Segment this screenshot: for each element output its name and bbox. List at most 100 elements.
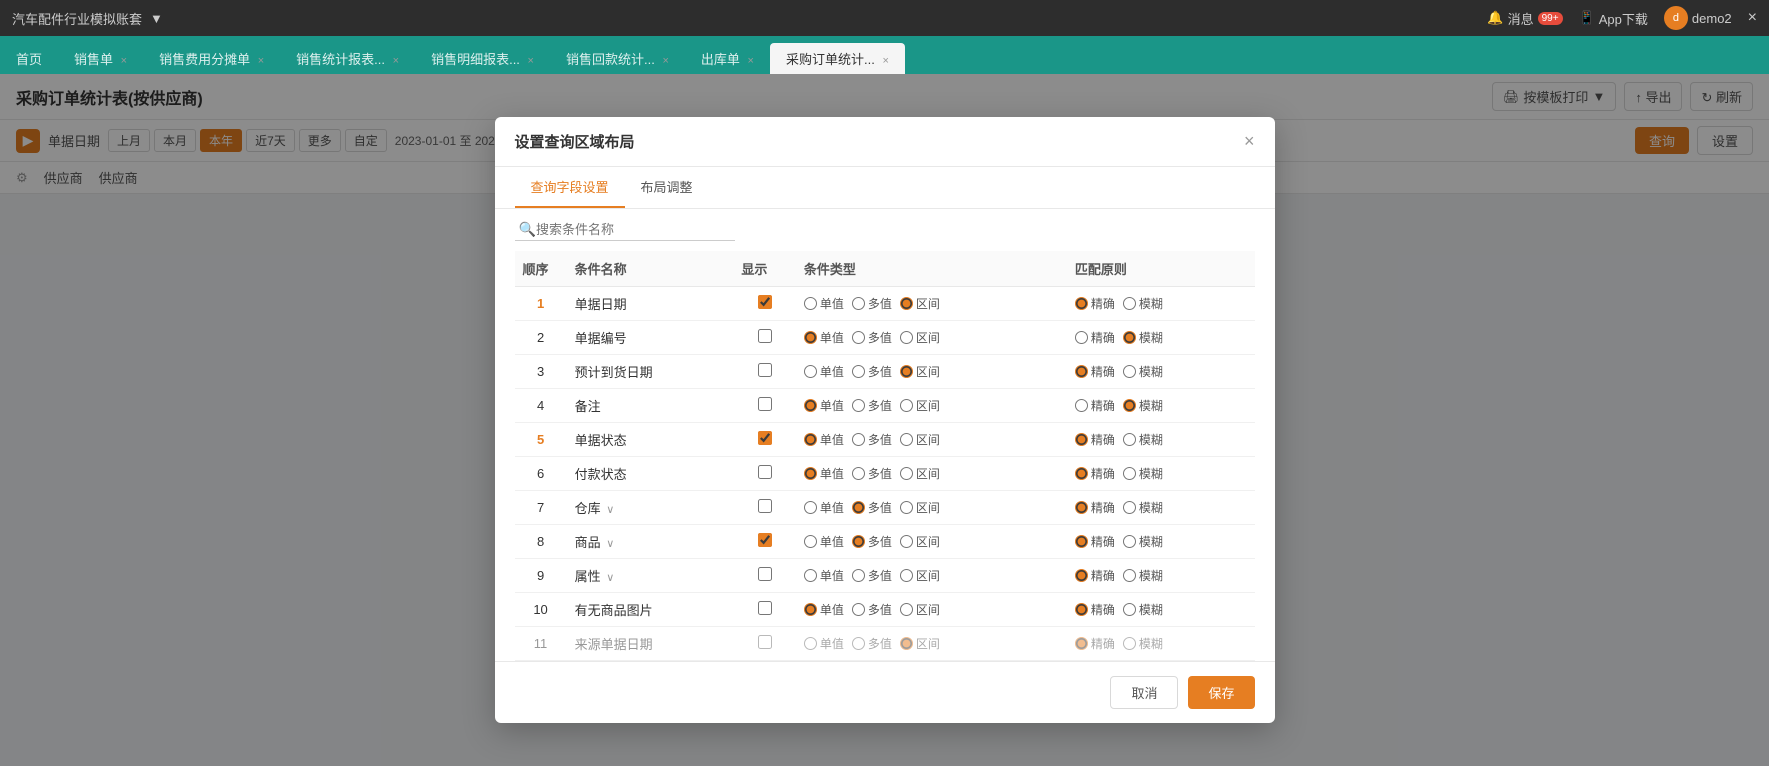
dialog-tab-fields[interactable]: 查询字段设置 bbox=[515, 167, 625, 208]
tab-close-icon[interactable]: × bbox=[258, 55, 264, 67]
match-fuzzy-radio[interactable]: 模糊 bbox=[1123, 431, 1163, 448]
show-checkbox[interactable] bbox=[758, 499, 772, 513]
match-exact-radio[interactable]: 精确 bbox=[1075, 295, 1115, 312]
show-checkbox[interactable] bbox=[758, 329, 772, 343]
show-checkbox[interactable] bbox=[758, 431, 772, 445]
notif-badge: 99+ bbox=[1538, 12, 1563, 25]
tab-sales-fee[interactable]: 销售费用分摊单 × bbox=[143, 43, 280, 74]
show-checkbox[interactable] bbox=[758, 601, 772, 615]
type-single-radio[interactable]: 单值 bbox=[804, 431, 844, 448]
row-seq: 2 bbox=[537, 330, 544, 345]
type-range-radio[interactable]: 区间 bbox=[900, 635, 940, 652]
type-multi-radio[interactable]: 多值 bbox=[852, 397, 892, 414]
type-single-radio[interactable]: 单值 bbox=[804, 533, 844, 550]
type-multi-radio[interactable]: 多值 bbox=[852, 533, 892, 550]
table-row: 8 商品 ∨ 单值 多值 区间 bbox=[515, 525, 1255, 559]
type-multi-radio[interactable]: 多值 bbox=[852, 295, 892, 312]
row-seq: 11 bbox=[534, 636, 548, 651]
dialog-close-button[interactable]: × bbox=[1244, 131, 1255, 152]
tab-sales-detail[interactable]: 销售明细报表... × bbox=[415, 43, 550, 74]
match-exact-radio[interactable]: 精确 bbox=[1075, 431, 1115, 448]
match-exact-radio[interactable]: 精确 bbox=[1075, 533, 1115, 550]
type-range-radio[interactable]: 区间 bbox=[900, 499, 940, 516]
type-multi-radio[interactable]: 多值 bbox=[852, 499, 892, 516]
show-checkbox[interactable] bbox=[758, 295, 772, 309]
type-single-radio[interactable]: 单值 bbox=[804, 329, 844, 346]
type-single-radio[interactable]: 单值 bbox=[804, 363, 844, 380]
row-name: 单据编号 bbox=[575, 331, 627, 346]
type-multi-radio[interactable]: 多值 bbox=[852, 567, 892, 584]
type-single-radio[interactable]: 单值 bbox=[804, 397, 844, 414]
match-fuzzy-radio[interactable]: 模糊 bbox=[1123, 465, 1163, 482]
type-multi-radio[interactable]: 多值 bbox=[852, 635, 892, 652]
tab-outbound[interactable]: 出库单 × bbox=[685, 43, 770, 74]
match-fuzzy-radio[interactable]: 模糊 bbox=[1123, 567, 1163, 584]
table-row: 7 仓库 ∨ 单值 多值 区间 bbox=[515, 491, 1255, 525]
type-range-radio[interactable]: 区间 bbox=[900, 567, 940, 584]
app-download-button[interactable]: 📱 App下载 bbox=[1579, 9, 1648, 28]
type-single-radio[interactable]: 单值 bbox=[804, 465, 844, 482]
type-multi-radio[interactable]: 多值 bbox=[852, 465, 892, 482]
match-fuzzy-radio[interactable]: 模糊 bbox=[1123, 329, 1163, 346]
dialog-tab-layout[interactable]: 布局调整 bbox=[625, 167, 709, 208]
match-exact-radio[interactable]: 精确 bbox=[1075, 601, 1115, 618]
match-fuzzy-radio[interactable]: 模糊 bbox=[1123, 533, 1163, 550]
type-multi-radio[interactable]: 多值 bbox=[852, 329, 892, 346]
type-multi-radio[interactable]: 多值 bbox=[852, 431, 892, 448]
type-single-radio[interactable]: 单值 bbox=[804, 295, 844, 312]
match-exact-radio[interactable]: 精确 bbox=[1075, 465, 1115, 482]
type-multi-radio[interactable]: 多值 bbox=[852, 601, 892, 618]
match-fuzzy-radio[interactable]: 模糊 bbox=[1123, 499, 1163, 516]
tab-purchase-stat[interactable]: 采购订单统计... × bbox=[770, 43, 905, 74]
match-fuzzy-radio[interactable]: 模糊 bbox=[1123, 363, 1163, 380]
tab-sales-receipt[interactable]: 销售回款统计... × bbox=[550, 43, 685, 74]
match-exact-radio[interactable]: 精确 bbox=[1075, 567, 1115, 584]
type-single-radio[interactable]: 单值 bbox=[804, 499, 844, 516]
tab-close-icon[interactable]: × bbox=[393, 55, 399, 67]
row-name: 付款状态 bbox=[575, 467, 627, 482]
tab-close-icon[interactable]: × bbox=[748, 55, 754, 67]
type-range-radio[interactable]: 区间 bbox=[900, 363, 940, 380]
match-exact-radio[interactable]: 精确 bbox=[1075, 635, 1115, 652]
type-single-radio[interactable]: 单值 bbox=[804, 635, 844, 652]
tab-sales-stat[interactable]: 销售统计报表... × bbox=[280, 43, 415, 74]
type-single-radio[interactable]: 单值 bbox=[804, 601, 844, 618]
search-input[interactable] bbox=[536, 222, 716, 237]
type-range-radio[interactable]: 区间 bbox=[900, 431, 940, 448]
match-exact-radio[interactable]: 精确 bbox=[1075, 397, 1115, 414]
tab-close-icon[interactable]: × bbox=[662, 55, 668, 67]
notification-button[interactable]: 🔔 消息 99+ bbox=[1487, 9, 1562, 28]
show-checkbox[interactable] bbox=[758, 397, 772, 411]
type-range-radio[interactable]: 区间 bbox=[900, 295, 940, 312]
match-exact-radio[interactable]: 精确 bbox=[1075, 499, 1115, 516]
type-range-radio[interactable]: 区间 bbox=[900, 533, 940, 550]
show-checkbox[interactable] bbox=[758, 567, 772, 581]
show-checkbox[interactable] bbox=[758, 635, 772, 649]
tab-close-icon[interactable]: × bbox=[528, 55, 534, 67]
match-exact-radio[interactable]: 精确 bbox=[1075, 329, 1115, 346]
tab-close-icon[interactable]: × bbox=[882, 55, 888, 67]
match-fuzzy-radio[interactable]: 模糊 bbox=[1123, 397, 1163, 414]
show-checkbox[interactable] bbox=[758, 533, 772, 547]
match-exact-radio[interactable]: 精确 bbox=[1075, 363, 1115, 380]
type-range-radio[interactable]: 区间 bbox=[900, 397, 940, 414]
topbar-close-button[interactable]: × bbox=[1748, 9, 1757, 27]
type-multi-radio[interactable]: 多值 bbox=[852, 363, 892, 380]
tab-sales-order[interactable]: 销售单 × bbox=[58, 43, 143, 74]
user-menu[interactable]: d demo2 bbox=[1664, 6, 1732, 30]
type-range-radio[interactable]: 区间 bbox=[900, 601, 940, 618]
save-button[interactable]: 保存 bbox=[1188, 676, 1254, 709]
type-single-radio[interactable]: 单值 bbox=[804, 567, 844, 584]
match-fuzzy-radio[interactable]: 模糊 bbox=[1123, 601, 1163, 618]
row-seq: 10 bbox=[533, 602, 547, 617]
match-fuzzy-radio[interactable]: 模糊 bbox=[1123, 635, 1163, 652]
row-name: 属性 ∨ bbox=[575, 569, 615, 584]
tab-close-icon[interactable]: × bbox=[121, 55, 127, 67]
type-range-radio[interactable]: 区间 bbox=[900, 329, 940, 346]
show-checkbox[interactable] bbox=[758, 465, 772, 479]
cancel-button[interactable]: 取消 bbox=[1110, 676, 1178, 709]
match-fuzzy-radio[interactable]: 模糊 bbox=[1123, 295, 1163, 312]
tab-home[interactable]: 首页 bbox=[0, 43, 58, 74]
type-range-radio[interactable]: 区间 bbox=[900, 465, 940, 482]
show-checkbox[interactable] bbox=[758, 363, 772, 377]
